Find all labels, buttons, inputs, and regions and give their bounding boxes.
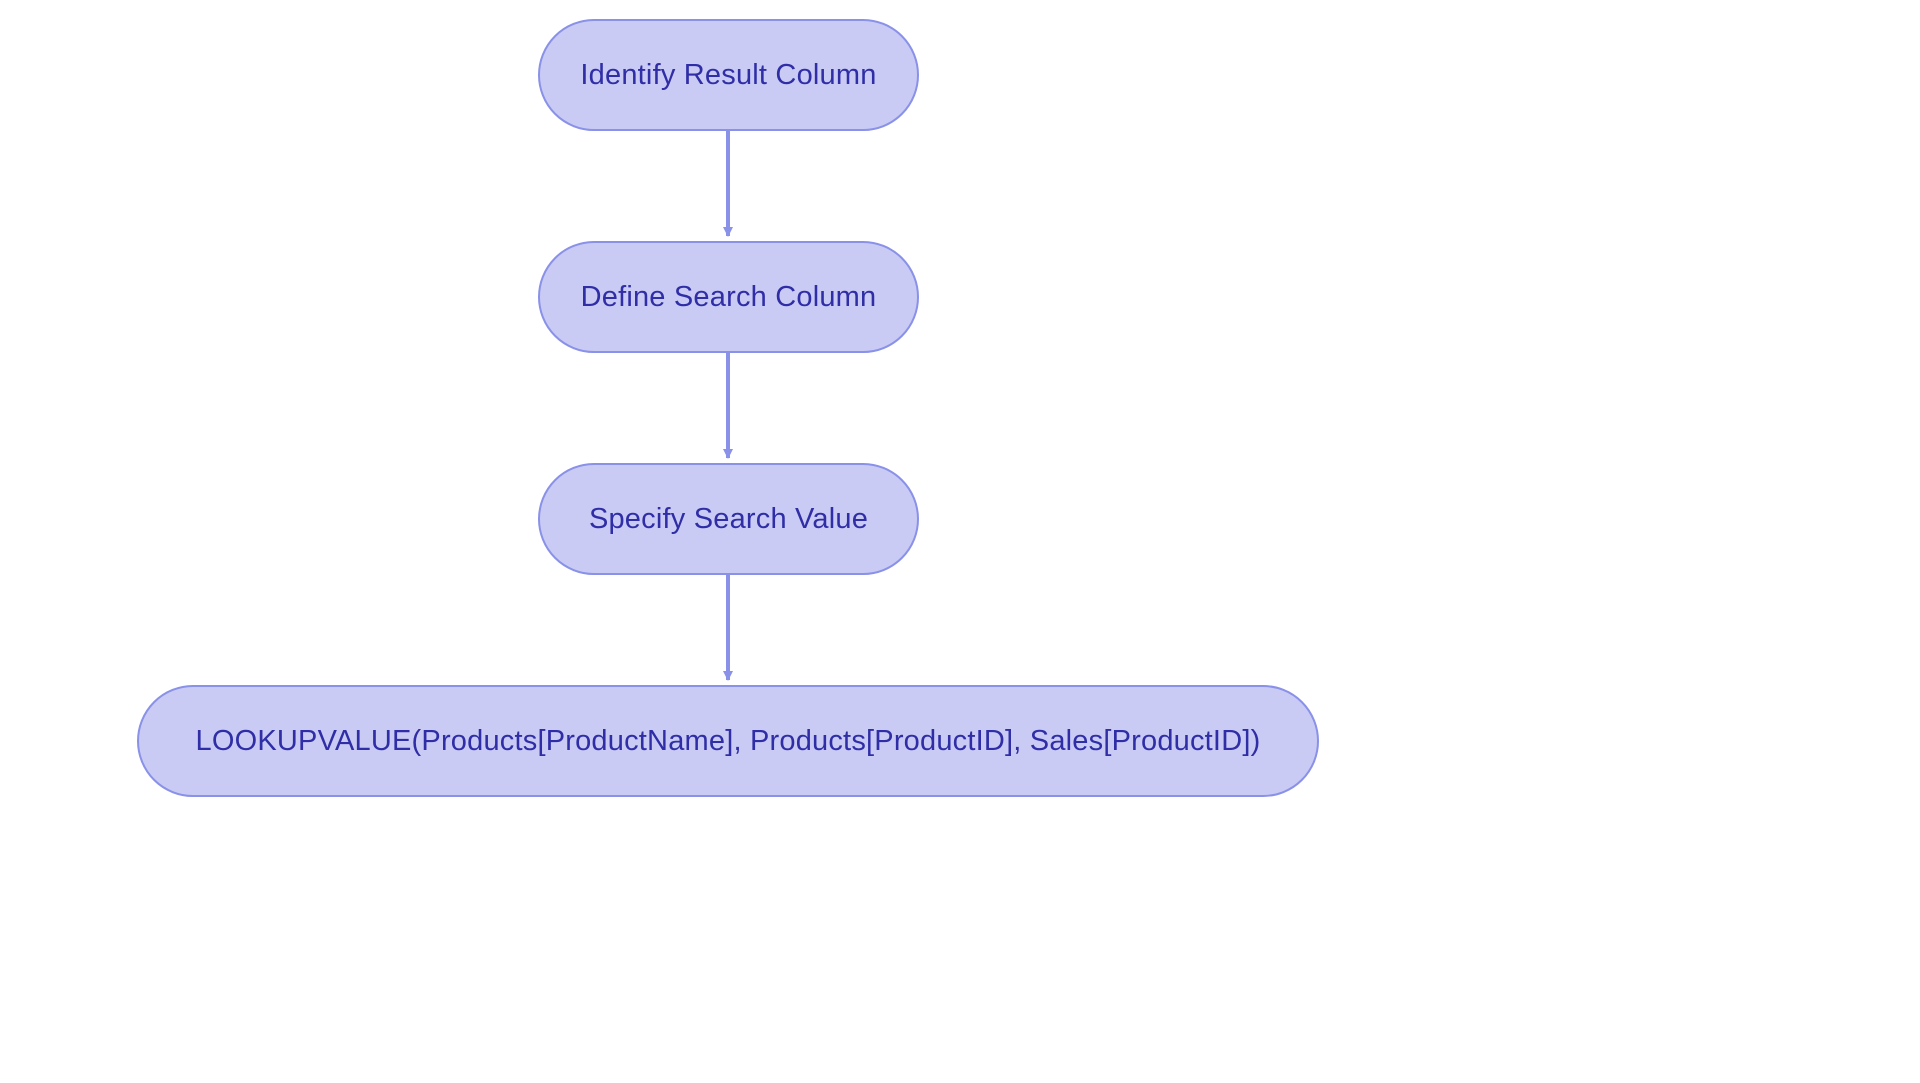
flowchart-diagram: Identify Result Column Define Search Col… <box>0 0 1920 1083</box>
flow-node-specify-search-value: Specify Search Value <box>538 463 919 575</box>
flow-node-define-search-column: Define Search Column <box>538 241 919 353</box>
node-label: Identify Result Column <box>580 59 876 92</box>
connectors <box>0 0 1920 1083</box>
node-label: Define Search Column <box>581 281 877 314</box>
flow-node-lookupvalue-expression: LOOKUPVALUE(Products[ProductName], Produ… <box>137 685 1319 797</box>
node-label: Specify Search Value <box>589 503 868 536</box>
flow-node-identify-result-column: Identify Result Column <box>538 19 919 131</box>
node-label: LOOKUPVALUE(Products[ProductName], Produ… <box>196 725 1261 758</box>
